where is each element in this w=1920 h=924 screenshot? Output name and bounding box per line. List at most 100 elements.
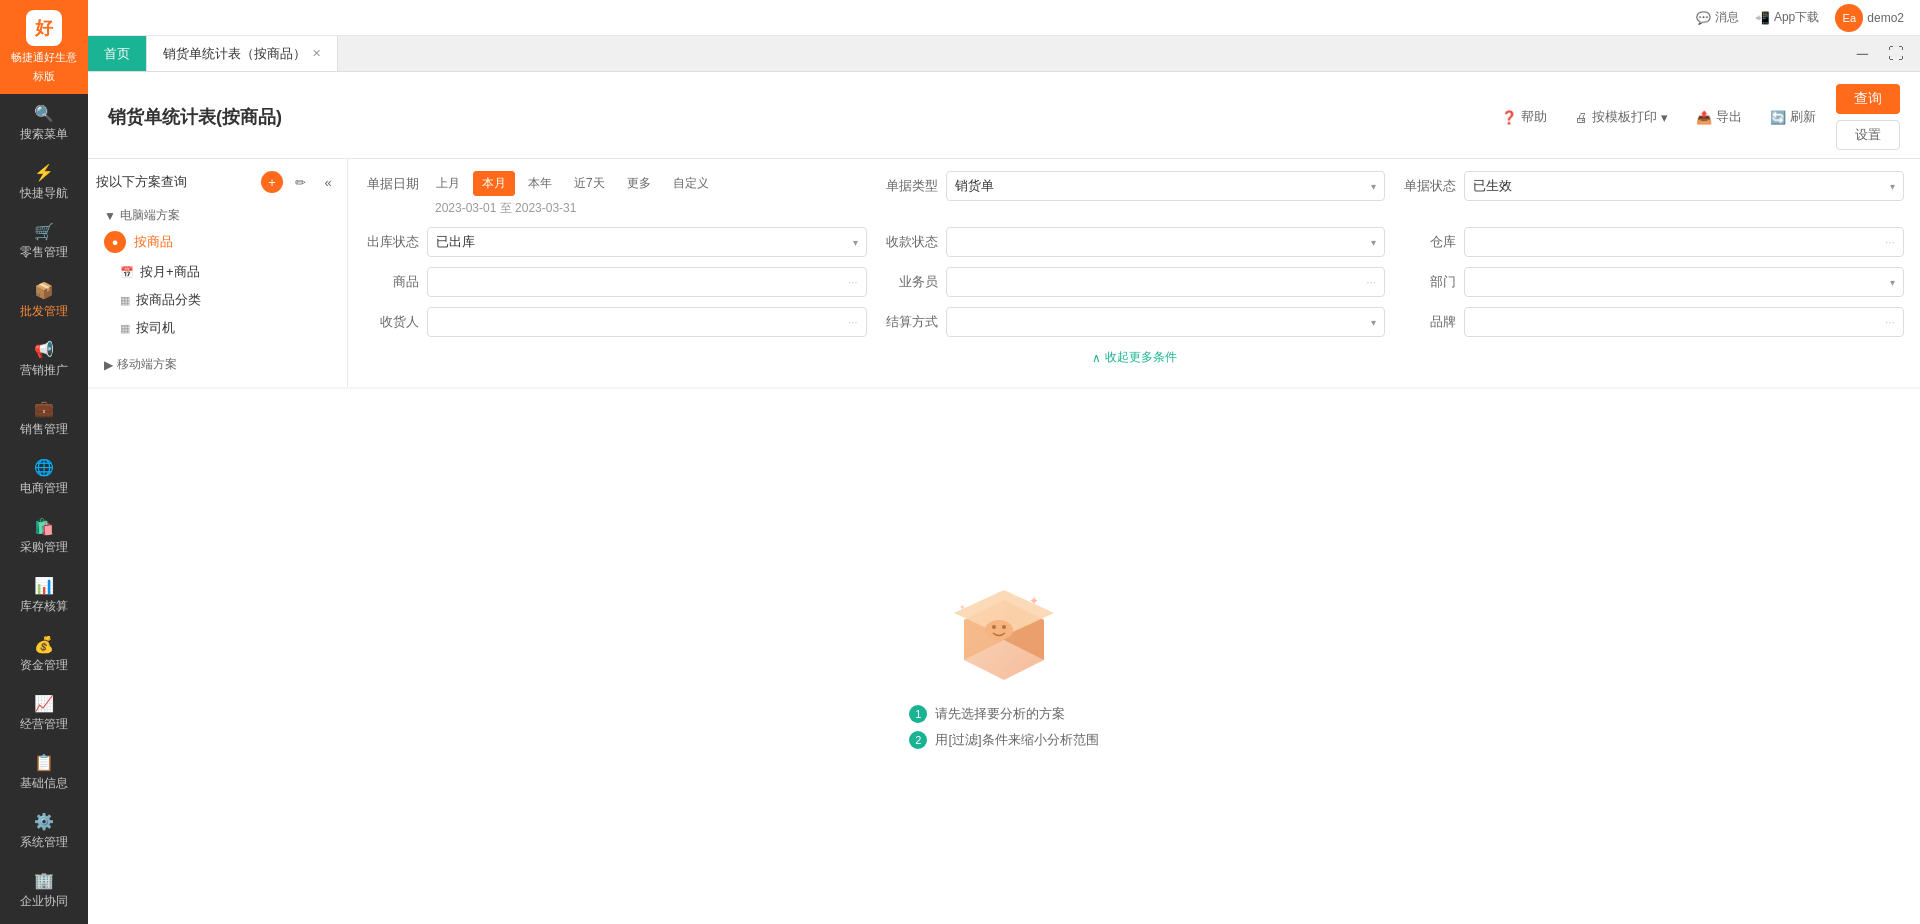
sidebar-item-label: 电商管理 xyxy=(20,480,68,497)
left-panel-icons: + ✏ « xyxy=(261,171,339,193)
outstatus-label: 出库状态 xyxy=(364,233,419,251)
query-btn[interactable]: 查询 xyxy=(1836,84,1900,114)
dropdown-arrow-icon: ▾ xyxy=(248,10,255,25)
date-btn-this-year[interactable]: 本年 xyxy=(519,171,561,196)
sidebar-item-label: 经营管理 xyxy=(20,716,68,733)
tab-close-icon[interactable]: ✕ xyxy=(312,47,321,60)
date-btn-this-month[interactable]: 本月 xyxy=(473,171,515,196)
outstatus-select[interactable]: 已出库 ▾ xyxy=(427,227,867,257)
sidebar-item-label: 基础信息 xyxy=(20,775,68,792)
product-dots-icon: ··· xyxy=(848,275,858,289)
filter-docstatus-cell: 单据状态 已生效 ▾ xyxy=(1401,171,1904,201)
export-label: 导出 xyxy=(1716,108,1742,126)
expand-icon: ▼ xyxy=(104,209,116,223)
section-label: 电脑端方案 xyxy=(120,207,180,224)
enterprise-icon: 🏢 xyxy=(34,871,54,890)
sidebar-item-finance[interactable]: 💰 资金管理 xyxy=(0,625,88,684)
collapse-filters-btn[interactable]: ∧ 收起更多条件 xyxy=(364,341,1904,374)
empty-illustration: ✦ ✦ xyxy=(944,565,1064,685)
filter-row-4: 收货人 ··· 结算方式 ▾ 品牌 xyxy=(364,307,1904,337)
industry-selector[interactable]: 办公用品行业模拟账套 ▾ xyxy=(104,5,269,31)
tab-minimize-btn[interactable]: ─ xyxy=(1849,41,1876,67)
date-quick-buttons: 上月 本月 本年 近7天 更多 自定义 xyxy=(427,171,718,196)
date-btn-7days[interactable]: 近7天 xyxy=(565,171,614,196)
date-range-row: 2023-03-01 至 2023-03-31 xyxy=(364,200,576,217)
doctype-select[interactable]: 销货单 ▾ xyxy=(946,171,1386,201)
export-btn[interactable]: 📤 导出 xyxy=(1688,104,1750,130)
sidebar-item-label: 快捷导航 xyxy=(20,185,68,202)
recipient-dots-icon: ··· xyxy=(848,315,858,329)
scheme-by-product[interactable]: ● 按商品 xyxy=(96,226,339,258)
messages-label: 消息 xyxy=(1715,9,1739,26)
docstatus-chevron-icon: ▾ xyxy=(1890,181,1895,192)
tab-maximize-btn[interactable]: ⛶ xyxy=(1880,41,1912,67)
app-download-btn[interactable]: 📲 App下载 xyxy=(1755,9,1819,26)
payment-select[interactable]: ▾ xyxy=(946,307,1386,337)
scheme-by-driver-label: 按司机 xyxy=(136,319,175,337)
warehouse-select[interactable]: ··· xyxy=(1464,227,1904,257)
receiptstatus-select[interactable]: ▾ xyxy=(946,227,1386,257)
tip-text-1: 请先选择要分析的方案 xyxy=(935,705,1065,723)
wholesale-icon: 📦 xyxy=(34,281,54,300)
scheme-by-category[interactable]: ▦ 按商品分类 xyxy=(96,286,339,314)
brand-select[interactable]: ··· xyxy=(1464,307,1904,337)
app-download-label: App下载 xyxy=(1774,9,1819,26)
messages-btn[interactable]: 💬 消息 xyxy=(1696,9,1739,26)
sidebar-item-quick-nav[interactable]: ⚡ 快捷导航 xyxy=(0,153,88,212)
warehouse-label: 仓库 xyxy=(1401,233,1456,251)
logo-subtitle: 标版 xyxy=(33,69,55,84)
sidebar-item-system[interactable]: ⚙️ 系统管理 xyxy=(0,802,88,861)
recipient-label: 收货人 xyxy=(364,313,419,331)
scheme-by-driver[interactable]: ▦ 按司机 xyxy=(96,314,339,342)
collapse-panel-btn[interactable]: « xyxy=(317,171,339,193)
tab-home[interactable]: 首页 xyxy=(88,36,147,71)
doctype-value: 销货单 xyxy=(955,177,994,195)
doctype-label: 单据类型 xyxy=(883,177,938,195)
scheme-by-month-product[interactable]: 📅 按月+商品 xyxy=(96,258,339,286)
message-icon: 💬 xyxy=(1696,11,1711,25)
sidebar-logo[interactable]: 好 畅捷通好生意 标版 xyxy=(0,0,88,94)
sidebar-item-guide[interactable]: 🎯 新手引导 xyxy=(0,920,88,924)
sidebar-item-enterprise[interactable]: 🏢 企业协同 xyxy=(0,861,88,920)
docstatus-select[interactable]: 已生效 ▾ xyxy=(1464,171,1904,201)
sidebar-item-wholesale[interactable]: 📦 批发管理 xyxy=(0,271,88,330)
brand-label: 品牌 xyxy=(1401,313,1456,331)
filter-product-cell: 商品 ··· xyxy=(364,267,867,297)
recipient-select[interactable]: ··· xyxy=(427,307,867,337)
date-btn-custom[interactable]: 自定义 xyxy=(664,171,718,196)
edit-scheme-btn[interactable]: ✏ xyxy=(289,171,311,193)
refresh-btn[interactable]: 🔄 刷新 xyxy=(1762,104,1824,130)
department-select[interactable]: ▾ xyxy=(1464,267,1904,297)
search-icon: 🔍 xyxy=(34,104,54,123)
tab-sales-stats[interactable]: 销货单统计表（按商品） ✕ xyxy=(147,36,338,71)
retail-icon: 🛒 xyxy=(34,222,54,241)
sidebar-item-purchase[interactable]: 🛍️ 采购管理 xyxy=(0,507,88,566)
date-btn-more[interactable]: 更多 xyxy=(618,171,660,196)
system-icon: ⚙️ xyxy=(34,812,54,831)
filter-date-cell: 单据日期 上月 本月 本年 近7天 更多 自定义 2023-03-01 至 20… xyxy=(364,171,867,217)
empty-tip-2: 2 用[过滤]条件来缩小分析范围 xyxy=(909,731,1098,749)
print-btn[interactable]: 🖨 按模板打印 ▾ xyxy=(1567,104,1676,130)
help-btn[interactable]: ❓ 帮助 xyxy=(1493,104,1555,130)
date-btn-last-month[interactable]: 上月 xyxy=(427,171,469,196)
sidebar-item-marketing[interactable]: 📢 营销推广 xyxy=(0,330,88,389)
sidebar-item-operations[interactable]: 📈 经营管理 xyxy=(0,684,88,743)
help-icon: ❓ xyxy=(1501,110,1517,125)
sidebar-item-retail[interactable]: 🛒 零售管理 xyxy=(0,212,88,271)
sidebar-item-ecommerce[interactable]: 🌐 电商管理 xyxy=(0,448,88,507)
sidebar-item-base-info[interactable]: 📋 基础信息 xyxy=(0,743,88,802)
page-title: 销货单统计表(按商品) xyxy=(108,105,282,129)
operations-icon: 📈 xyxy=(34,694,54,713)
user-profile[interactable]: Ea demo2 xyxy=(1835,4,1904,32)
sidebar-item-label: 批发管理 xyxy=(20,303,68,320)
add-scheme-btn[interactable]: + xyxy=(261,171,283,193)
sidebar-item-search[interactable]: 🔍 搜索菜单 xyxy=(0,94,88,153)
username: demo2 xyxy=(1867,11,1904,25)
header-top: 办公用品行业模拟账套 ▾ 💬 消息 📲 App下载 Ea demo2 xyxy=(88,0,1920,36)
sidebar-item-sales[interactable]: 💼 销售管理 xyxy=(0,389,88,448)
settings-btn[interactable]: 设置 xyxy=(1836,120,1900,150)
sidebar-item-inventory[interactable]: 📊 库存核算 xyxy=(0,566,88,625)
category-icon: ▦ xyxy=(120,294,130,307)
salesperson-select[interactable]: ··· xyxy=(946,267,1386,297)
product-select[interactable]: ··· xyxy=(427,267,867,297)
